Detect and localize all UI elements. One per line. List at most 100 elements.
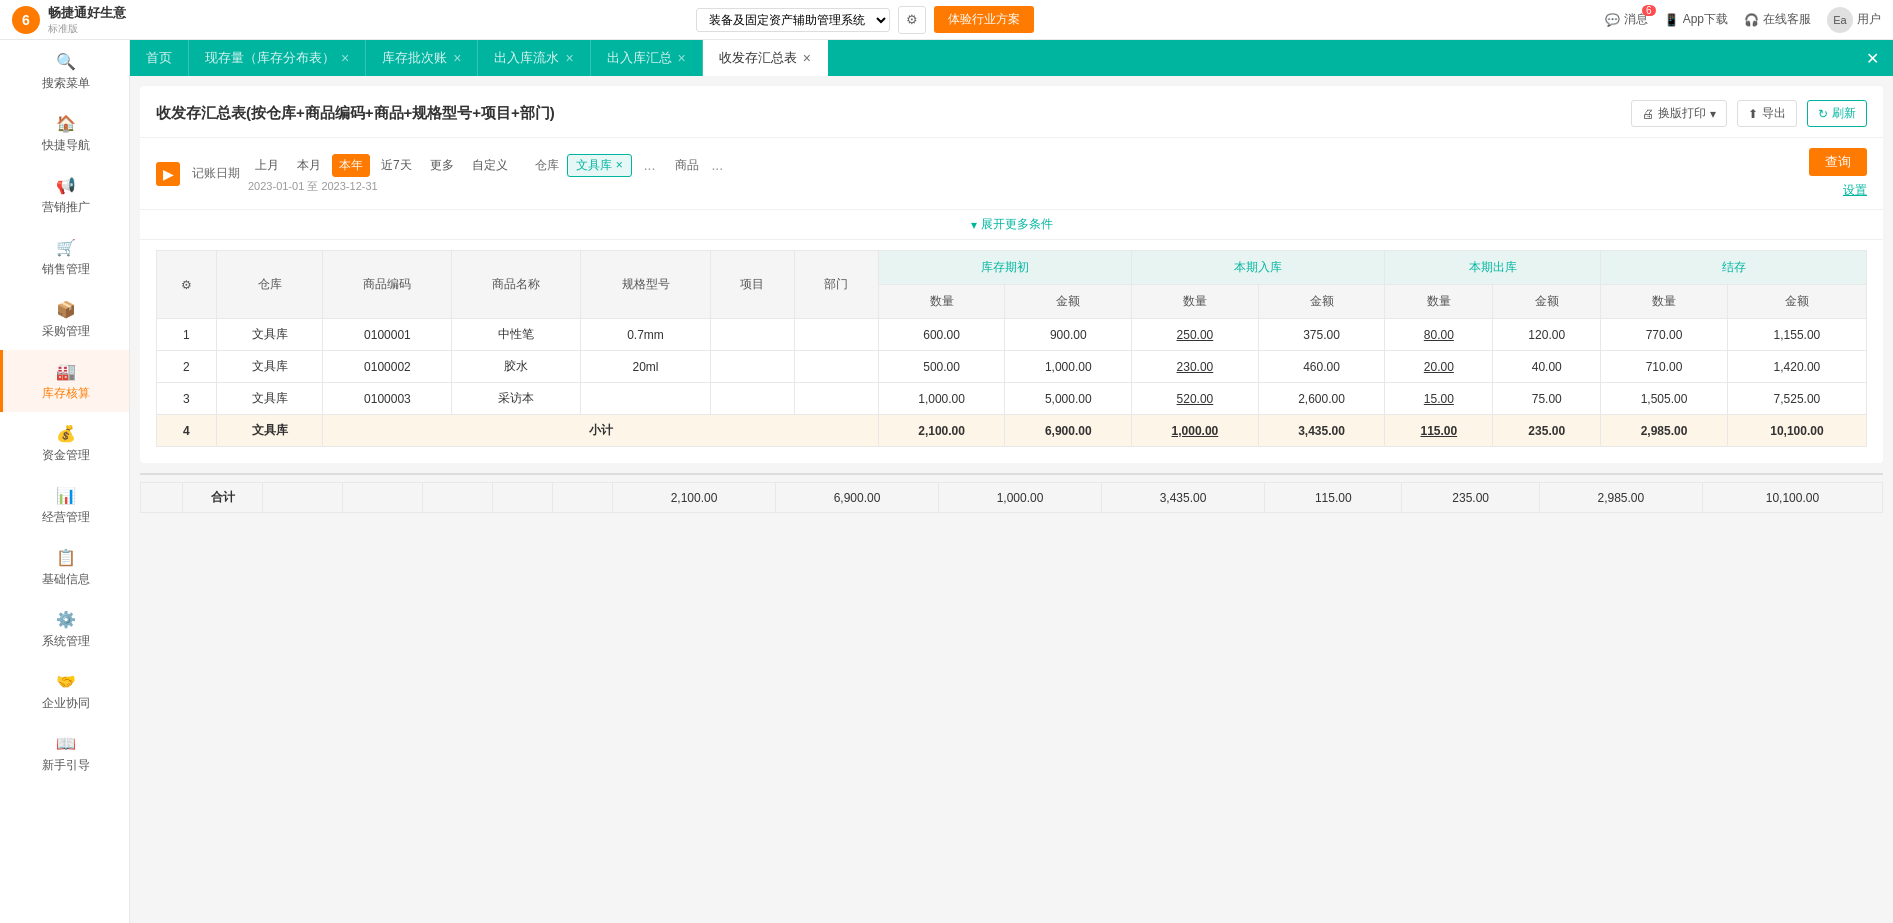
total-bar: 合计 2,100.00 6,900.00 1,000.00 3,435.00 1… [140,473,1883,520]
warehouse-tag: 文具库 × [567,154,632,177]
online-support-item[interactable]: 🎧 在线客服 [1744,11,1811,28]
expand-conditions-btn[interactable]: ▾ 展开更多条件 [971,216,1053,233]
sidebar-label-marketing: 营销推广 [42,199,90,216]
logo-area: 6 畅捷通好生意 标准版 [12,4,126,36]
row-code: 0100002 [323,351,452,383]
date-btn-more[interactable]: 更多 [423,154,461,177]
row-balance-amt: 1,155.00 [1727,319,1866,351]
row-opening-amt: 1,000.00 [1005,351,1132,383]
warehouse-more-btn[interactable]: ... [644,157,656,173]
tab-inventory-dist[interactable]: 现存量（库存分布表） × [189,40,366,76]
tab-batch[interactable]: 库存批次账 × [366,40,478,76]
app-download-item[interactable]: 📱 App下载 [1664,11,1728,28]
expand-row: ▾ 展开更多条件 [140,210,1883,240]
sidebar-item-search[interactable]: 🔍 搜索菜单 [0,40,129,102]
tab-inventory-dist-close[interactable]: × [341,50,349,66]
message-item[interactable]: 💬 消息 6 [1605,11,1648,28]
row-opening-qty: 1,000.00 [878,383,1005,415]
th-opening-qty: 数量 [878,285,1005,319]
th-in-qty: 数量 [1132,285,1259,319]
query-button[interactable]: 查询 [1809,148,1867,176]
row-in-amt: 375.00 [1258,319,1385,351]
date-btn-last-month[interactable]: 上月 [248,154,286,177]
tab-stock-summary[interactable]: 收发存汇总表 × [703,40,828,76]
system-title-area: 装备及固定资产辅助管理系统 ⚙ 体验行业方案 [696,6,1034,34]
trial-button[interactable]: 体验行业方案 [934,6,1034,33]
tab-inout-summary-label: 出入库汇总 [607,49,672,67]
home-icon: 🏠 [56,114,76,133]
page-area: 收发存汇总表(按仓库+商品编码+商品+规格型号+项目+部门) 🖨 换版打印 ▾ … [130,76,1893,923]
guide-icon: 📖 [56,734,76,753]
row-name: 采访本 [452,383,581,415]
date-btn-this-year[interactable]: 本年 [332,154,370,177]
sidebar-item-quicknav[interactable]: 🏠 快捷导航 [0,102,129,164]
tab-stock-summary-close[interactable]: × [803,50,811,66]
sidebar-label-base: 基础信息 [42,571,90,588]
tab-inout-flow[interactable]: 出入库流水 × [478,40,590,76]
filter-toggle-btn[interactable]: ▶ [156,162,180,186]
tab-inout-summary[interactable]: 出入库汇总 × [591,40,703,76]
tab-home[interactable]: 首页 [130,40,189,76]
date-btn-custom[interactable]: 自定义 [465,154,515,177]
total-row: 合计 2,100.00 6,900.00 1,000.00 3,435.00 1… [141,483,1883,513]
row-code: 0100003 [323,383,452,415]
sidebar-label-sales: 销售管理 [42,261,90,278]
sidebar-item-finance[interactable]: 💰 资金管理 [0,412,129,474]
top-header: 6 畅捷通好生意 标准版 装备及固定资产辅助管理系统 ⚙ 体验行业方案 💬 消息… [0,0,1893,40]
row-warehouse: 文具库 [216,383,323,415]
sidebar-item-operations[interactable]: 📊 经营管理 [0,474,129,536]
refresh-button[interactable]: ↻ 刷新 [1807,100,1867,127]
row-out-amt: 120.00 [1493,319,1601,351]
th-name: 商品名称 [452,251,581,319]
tab-batch-close[interactable]: × [453,50,461,66]
sidebar-item-inventory[interactable]: 🏭 库存核算 [0,350,129,412]
th-gear[interactable]: ⚙ [157,251,217,319]
subtotal-out-qty-link[interactable]: 115.00 [1420,424,1457,438]
sidebar-item-collab[interactable]: 🤝 企业协同 [0,660,129,722]
sidebar-item-base[interactable]: 📋 基础信息 [0,536,129,598]
th-out: 本期出库 [1385,251,1601,285]
sidebar-label-purchase: 采购管理 [42,323,90,340]
tab-inout-flow-close[interactable]: × [565,50,573,66]
user-item[interactable]: Ea 用户 [1827,7,1881,33]
subtotal-in-qty-link[interactable]: 1,000.00 [1172,424,1219,438]
out-qty-link[interactable]: 20.00 [1424,360,1454,374]
warehouse-tag-close[interactable]: × [616,158,623,172]
settings-link[interactable]: 设置 [1843,182,1867,199]
row-dept [794,383,878,415]
total-in-amt: 3,435.00 [1102,483,1265,513]
row-out-qty: 80.00 [1385,319,1493,351]
in-qty-link[interactable]: 230.00 [1177,360,1214,374]
th-balance-amt: 金额 [1727,285,1866,319]
goods-more-btn[interactable]: ... [711,157,723,173]
total-balance-amt: 10,100.00 [1702,483,1882,513]
in-qty-link[interactable]: 250.00 [1177,328,1214,342]
sidebar-item-marketing[interactable]: 📢 营销推广 [0,164,129,226]
row-no: 2 [157,351,217,383]
sidebar-item-guide[interactable]: 📖 新手引导 [0,722,129,784]
date-btn-this-month[interactable]: 本月 [290,154,328,177]
sidebar-item-purchase[interactable]: 📦 采购管理 [0,288,129,350]
total-out-qty: 115.00 [1265,483,1402,513]
out-qty-link[interactable]: 15.00 [1424,392,1454,406]
total-in-qty: 1,000.00 [939,483,1102,513]
print-button[interactable]: 🖨 换版打印 ▾ [1631,100,1727,127]
subtotal-balance-qty: 2,985.00 [1601,415,1728,447]
tab-inout-summary-close[interactable]: × [678,50,686,66]
gear-button[interactable]: ⚙ [898,6,926,34]
sidebar-label-quicknav: 快捷导航 [42,137,90,154]
total-empty1 [141,483,183,513]
out-qty-link[interactable]: 80.00 [1424,328,1454,342]
tab-stock-summary-label: 收发存汇总表 [719,49,797,67]
expand-icon: ▾ [971,218,977,232]
warehouse-label: 仓库 [535,157,559,174]
sidebar-label-operations: 经营管理 [42,509,90,526]
sidebar-item-system[interactable]: ⚙️ 系统管理 [0,598,129,660]
export-button[interactable]: ⬆ 导出 [1737,100,1797,127]
total-opening-amt: 6,900.00 [776,483,939,513]
system-select[interactable]: 装备及固定资产辅助管理系统 [696,8,890,32]
in-qty-link[interactable]: 520.00 [1177,392,1214,406]
sidebar-item-sales[interactable]: 🛒 销售管理 [0,226,129,288]
date-btn-7days[interactable]: 近7天 [374,154,419,177]
tab-bar-close-all[interactable]: ✕ [1852,49,1893,68]
